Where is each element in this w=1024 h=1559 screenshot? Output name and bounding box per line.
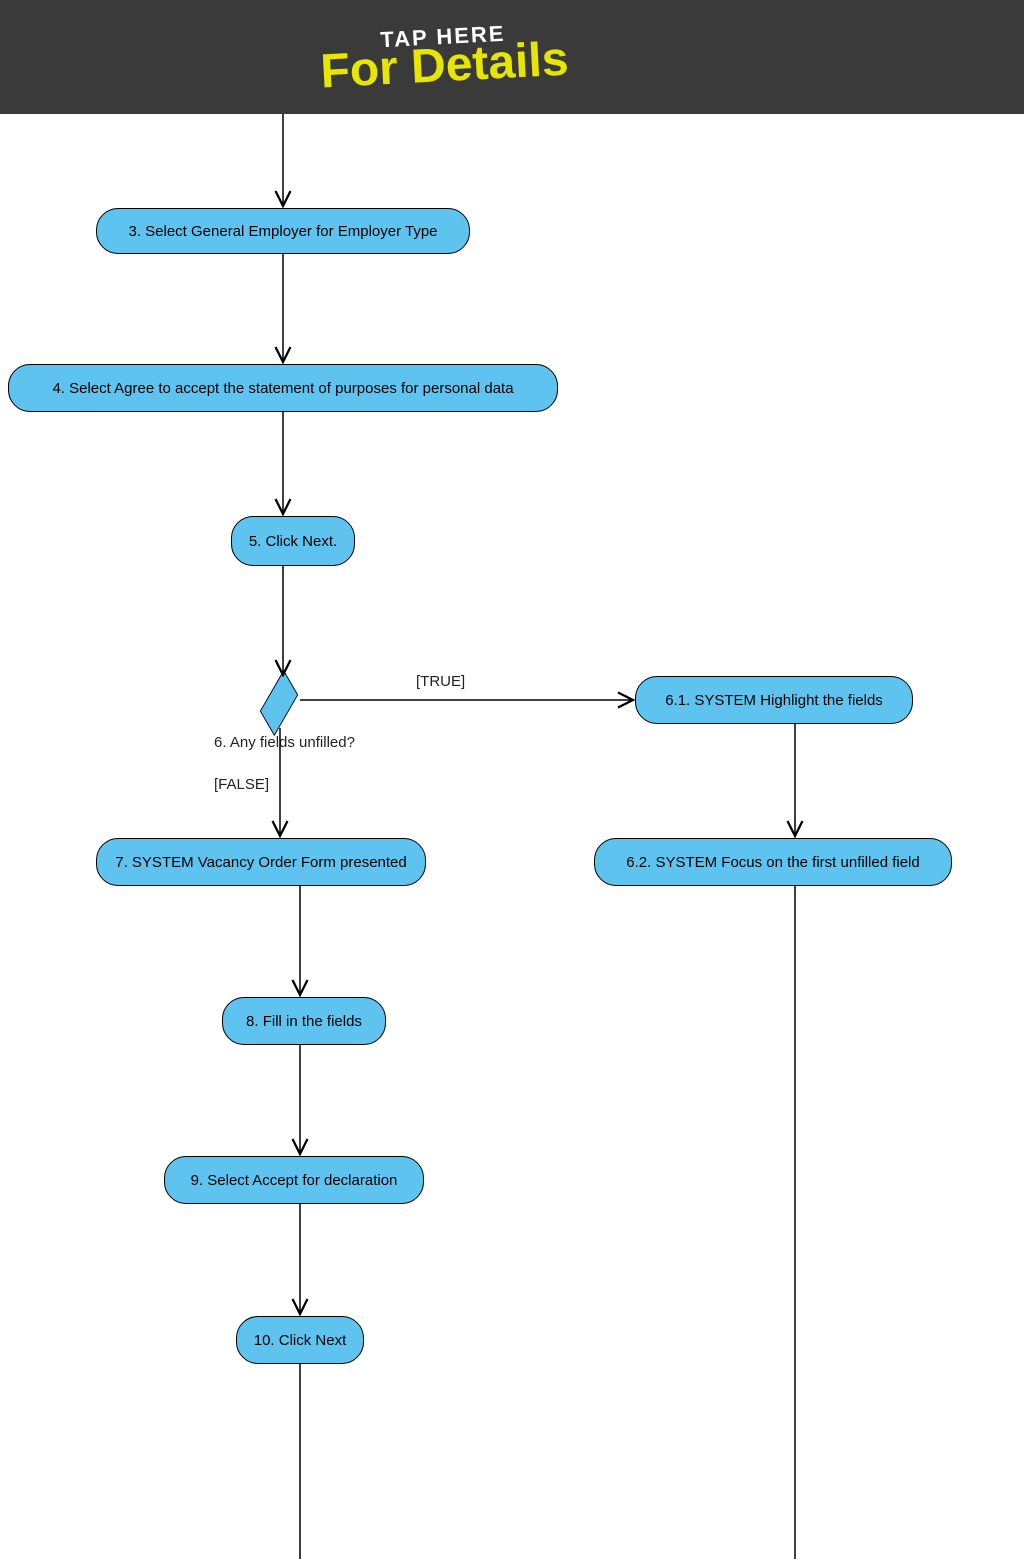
promo-banner-text: TAP HERE For Details [318, 20, 569, 97]
node-step-4-label: 4. Select Agree to accept the statement … [52, 380, 513, 397]
promo-banner-line2: For Details [319, 36, 569, 97]
node-step-6-1-label: 6.1. SYSTEM Highlight the fields [665, 692, 883, 709]
label-true: [TRUE] [416, 673, 465, 690]
decision-any-fields-unfilled [260, 670, 298, 736]
node-step-5: 5. Click Next. [231, 516, 355, 566]
node-step-9-label: 9. Select Accept for declaration [191, 1172, 398, 1189]
node-step-4: 4. Select Agree to accept the statement … [8, 364, 558, 412]
node-step-3: 3. Select General Employer for Employer … [96, 208, 470, 254]
node-step-8: 8. Fill in the fields [222, 997, 386, 1045]
node-step-7: 7. SYSTEM Vacancy Order Form presented [96, 838, 426, 886]
node-step-6-2: 6.2. SYSTEM Focus on the first unfilled … [594, 838, 952, 886]
label-decision: 6. Any fields unfilled? [214, 734, 355, 751]
node-step-9: 9. Select Accept for declaration [164, 1156, 424, 1204]
node-step-8-label: 8. Fill in the fields [246, 1013, 362, 1030]
node-step-6-1: 6.1. SYSTEM Highlight the fields [635, 676, 913, 724]
node-step-3-label: 3. Select General Employer for Employer … [128, 223, 437, 240]
node-step-6-2-label: 6.2. SYSTEM Focus on the first unfilled … [626, 854, 919, 871]
node-step-5-label: 5. Click Next. [249, 533, 337, 550]
promo-banner[interactable]: TAP HERE For Details [0, 0, 1024, 114]
node-step-7-label: 7. SYSTEM Vacancy Order Form presented [115, 854, 407, 871]
node-step-10-label: 10. Click Next [254, 1332, 347, 1349]
label-false: [FALSE] [214, 776, 269, 793]
node-step-10: 10. Click Next [236, 1316, 364, 1364]
